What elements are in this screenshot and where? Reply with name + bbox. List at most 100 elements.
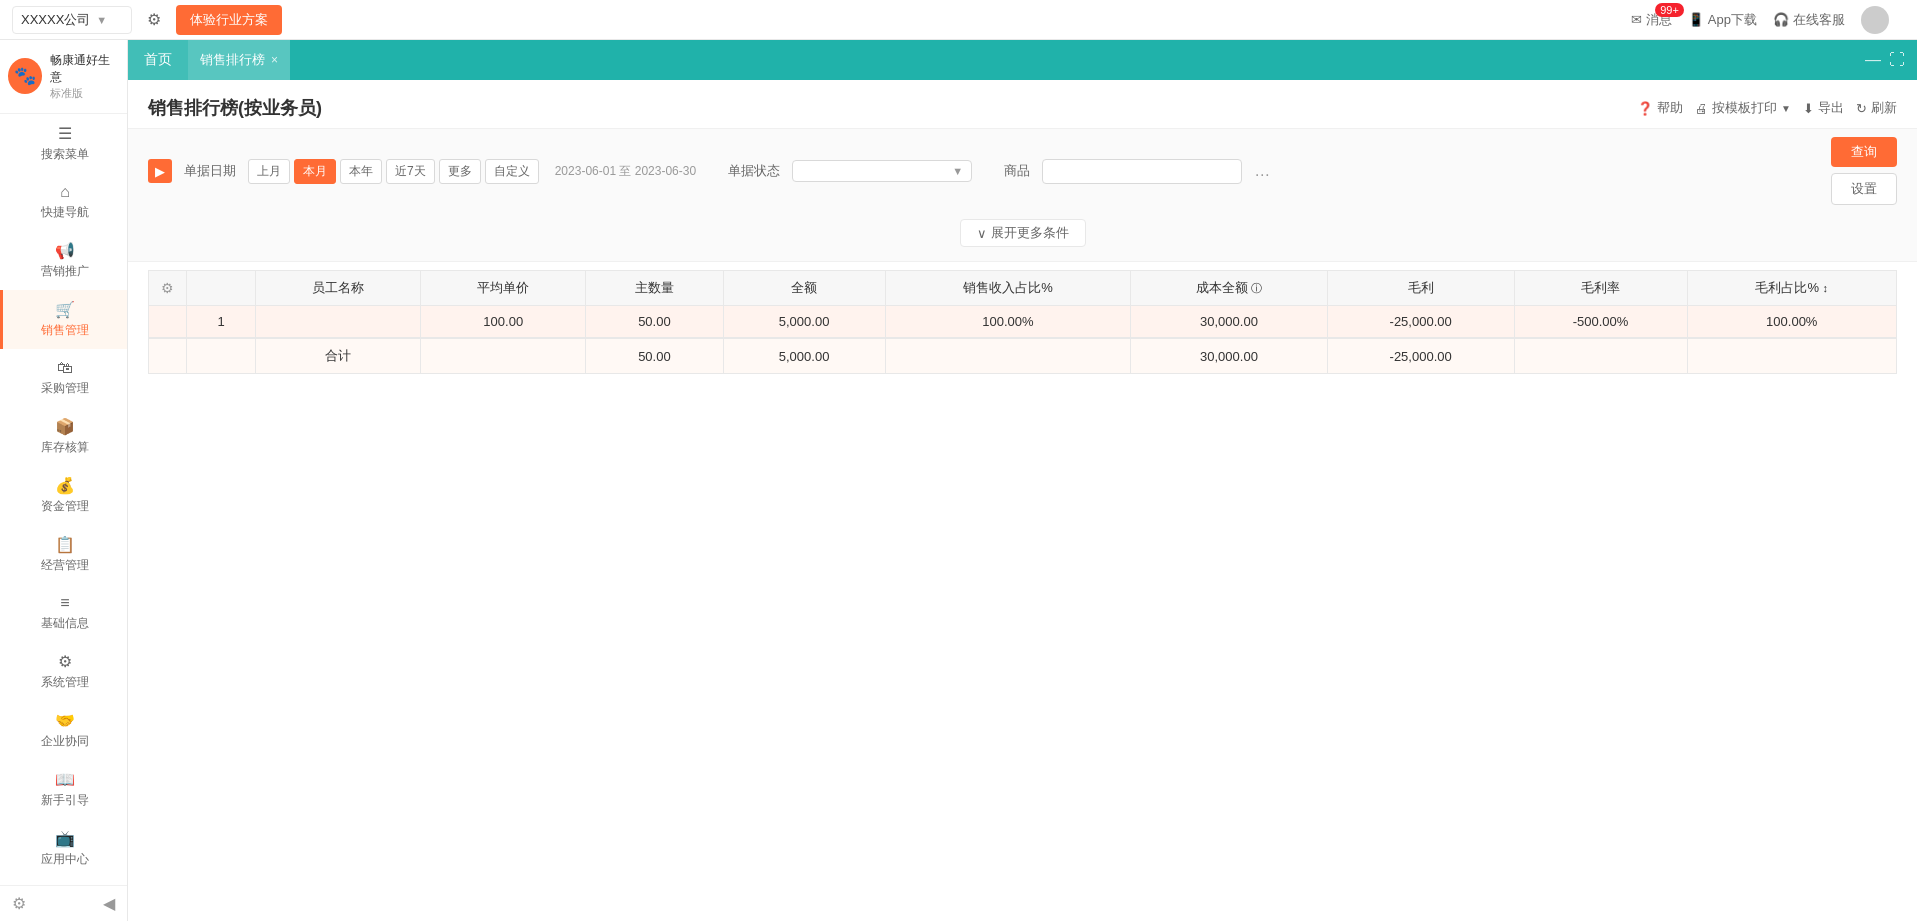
sidebar-logo: 🐾 畅康通好生意 标准版 — [0, 40, 127, 114]
profit-ratio-info-icon[interactable]: ↕ — [1823, 282, 1829, 294]
footer-label: 合计 — [256, 338, 421, 374]
sidebar-item-inventory[interactable]: 📦 库存核算 — [0, 407, 127, 466]
sidebar-item-finance[interactable]: 💰 资金管理 — [0, 466, 127, 525]
cost-info-icon[interactable]: ⓘ — [1251, 282, 1262, 294]
date-btn-this-month[interactable]: 本月 — [294, 159, 336, 184]
help-label: 帮助 — [1657, 99, 1683, 117]
refresh-button[interactable]: ↻ 刷新 — [1856, 99, 1897, 117]
maximize-icon[interactable]: ⛶ — [1889, 51, 1905, 69]
print-icon: 🖨 — [1695, 101, 1708, 116]
sidebar-label-apps: 应用中心 — [41, 851, 89, 868]
mobile-icon: 📱 — [1688, 12, 1704, 27]
app-download-button[interactable]: 📱 App下载 — [1688, 11, 1757, 29]
goods-more-icon[interactable]: … — [1254, 162, 1270, 180]
company-selector[interactable]: XXXXX公司 ▼ — [12, 6, 132, 34]
print-button[interactable]: 🖨 按模板打印 ▼ — [1695, 99, 1791, 117]
expand-more-row: ∨ 展开更多条件 — [148, 213, 1897, 253]
table-container: ⚙ 员工名称 平均单价 主数量 全额 销售收入占比% 成本全额 ⓘ 毛利 毛 — [128, 270, 1917, 374]
table-row: 1 100.00 50.00 5,000.00 100.00% 30,000.0… — [149, 306, 1897, 339]
sidebar-label-purchase: 采购管理 — [41, 380, 89, 397]
collapse-sidebar-icon[interactable]: ◀ — [103, 894, 115, 913]
footer-cell-empty2 — [187, 338, 256, 374]
col-header-profit-ratio: 毛利占比% ↕ — [1687, 271, 1896, 306]
settings-icon[interactable]: ⚙ — [140, 6, 168, 34]
filter-area: ▶ 单据日期 上月 本月 本年 近7天 更多 自定义 2023-06-01 至 — [128, 128, 1917, 262]
date-btn-custom[interactable]: 自定义 — [485, 159, 539, 184]
company-name: XXXXX公司 — [21, 11, 90, 29]
cell-sales-ratio: 100.00% — [885, 306, 1131, 339]
minimize-icon[interactable]: — — [1865, 51, 1881, 69]
inventory-icon: 📦 — [55, 417, 75, 436]
experience-button[interactable]: 体验行业方案 — [176, 5, 282, 35]
status-chevron-icon: ▼ — [952, 165, 963, 177]
goods-input[interactable] — [1042, 159, 1242, 184]
query-button[interactable]: 查询 — [1831, 137, 1897, 167]
guide-icon: 📖 — [55, 770, 75, 789]
footer-sales-ratio — [885, 338, 1131, 374]
filter-toggle-icon[interactable]: ▶ — [148, 159, 172, 183]
table-footer: 合计 50.00 5,000.00 30,000.00 -25,000.00 — [149, 338, 1897, 374]
top-right-actions: ✉ 消息 99+ 📱 App下载 🎧 在线客服 — [1631, 6, 1905, 34]
col-header-profit-rate: 毛利率 — [1514, 271, 1687, 306]
page-title: 销售排行榜(按业务员) — [148, 96, 322, 120]
tab-close-icon[interactable]: × — [271, 53, 278, 67]
footer-profit-rate — [1514, 338, 1687, 374]
sidebar-item-sales[interactable]: 🛒 销售管理 — [0, 290, 127, 349]
bottom-gear-icon[interactable]: ⚙ — [12, 894, 26, 913]
date-filter-label: 单据日期 — [184, 162, 236, 180]
search-menu-icon: ☰ — [58, 124, 72, 143]
table-header-row: ⚙ 员工名称 平均单价 主数量 全额 销售收入占比% 成本全额 ⓘ 毛利 毛 — [149, 271, 1897, 306]
sidebar-item-system[interactable]: ⚙ 系统管理 — [0, 642, 127, 701]
refresh-label: 刷新 — [1871, 99, 1897, 117]
sidebar-item-search[interactable]: ☰ 搜索菜单 — [0, 114, 127, 173]
column-settings-icon[interactable]: ⚙ — [161, 280, 174, 296]
sidebar-item-guide[interactable]: 📖 新手引导 — [0, 760, 127, 819]
date-btn-this-year[interactable]: 本年 — [340, 159, 382, 184]
messages-button[interactable]: ✉ 消息 99+ — [1631, 11, 1672, 29]
footer-amount: 5,000.00 — [723, 338, 885, 374]
print-label: 按模板打印 — [1712, 99, 1777, 117]
avatar[interactable] — [1861, 6, 1889, 34]
sidebar-item-management[interactable]: 📋 经营管理 — [0, 525, 127, 584]
col-header-name: 员工名称 — [256, 271, 421, 306]
home-icon: ⌂ — [60, 183, 70, 201]
cell-rank: 1 — [187, 306, 256, 339]
apps-icon: 📺 — [55, 829, 75, 848]
expand-more-button[interactable]: ∨ 展开更多条件 — [960, 219, 1086, 247]
cell-profit: -25,000.00 — [1327, 306, 1514, 339]
logo-icon: 🐾 — [8, 58, 42, 94]
logo-emoji: 🐾 — [14, 65, 36, 87]
marketing-icon: 📢 — [55, 241, 75, 260]
footer-qty: 50.00 — [586, 338, 723, 374]
date-range-display: 2023-06-01 至 2023-06-30 — [555, 163, 696, 180]
sidebar-label-inventory: 库存核算 — [41, 439, 89, 456]
footer-profit-ratio — [1687, 338, 1896, 374]
footer-cell-empty1 — [149, 338, 187, 374]
col-header-amount: 全额 — [723, 271, 885, 306]
date-btn-last-month[interactable]: 上月 — [248, 159, 290, 184]
tab-home[interactable]: 首页 — [128, 40, 188, 80]
sidebar-item-basic[interactable]: ≡ 基础信息 — [0, 584, 127, 642]
help-icon: ❓ — [1637, 101, 1653, 116]
sidebar-item-collab[interactable]: 🤝 企业协同 — [0, 701, 127, 760]
sidebar-item-purchase[interactable]: 🛍 采购管理 — [0, 349, 127, 407]
date-btn-7days[interactable]: 近7天 — [386, 159, 435, 184]
online-service-button[interactable]: 🎧 在线客服 — [1773, 11, 1845, 29]
col-header-sales-ratio: 销售收入占比% — [885, 271, 1131, 306]
export-button[interactable]: ⬇ 导出 — [1803, 99, 1844, 117]
sidebar-item-apps[interactable]: 📺 应用中心 — [0, 819, 127, 878]
status-select[interactable]: ▼ — [792, 160, 972, 182]
page-content: 销售排行榜(按业务员) ❓ 帮助 🖨 按模板打印 ▼ — [128, 80, 1917, 921]
online-service-label: 在线客服 — [1793, 11, 1845, 29]
sidebar-nav: ☰ 搜索菜单 ⌂ 快捷导航 📢 营销推广 🛒 销售管理 🛍 采购管理 — [0, 114, 127, 885]
tab-sales-ranking[interactable]: 销售排行榜 × — [188, 40, 290, 80]
sidebar-item-marketing[interactable]: 📢 营销推广 — [0, 231, 127, 290]
sidebar-label-search: 搜索菜单 — [41, 146, 89, 163]
date-btn-more[interactable]: 更多 — [439, 159, 481, 184]
sidebar-bottom: ⚙ ◀ — [0, 885, 127, 921]
top-bar: XXXXX公司 ▼ ⚙ 体验行业方案 ✉ 消息 99+ 📱 App下载 🎧 在线… — [0, 0, 1917, 40]
sidebar-item-quicknav[interactable]: ⌂ 快捷导航 — [0, 173, 127, 231]
help-button[interactable]: ❓ 帮助 — [1637, 99, 1683, 117]
table-settings-button[interactable]: 设置 — [1831, 173, 1897, 205]
sidebar-item-wechat[interactable]: 💬 企业微信 — [0, 878, 127, 885]
